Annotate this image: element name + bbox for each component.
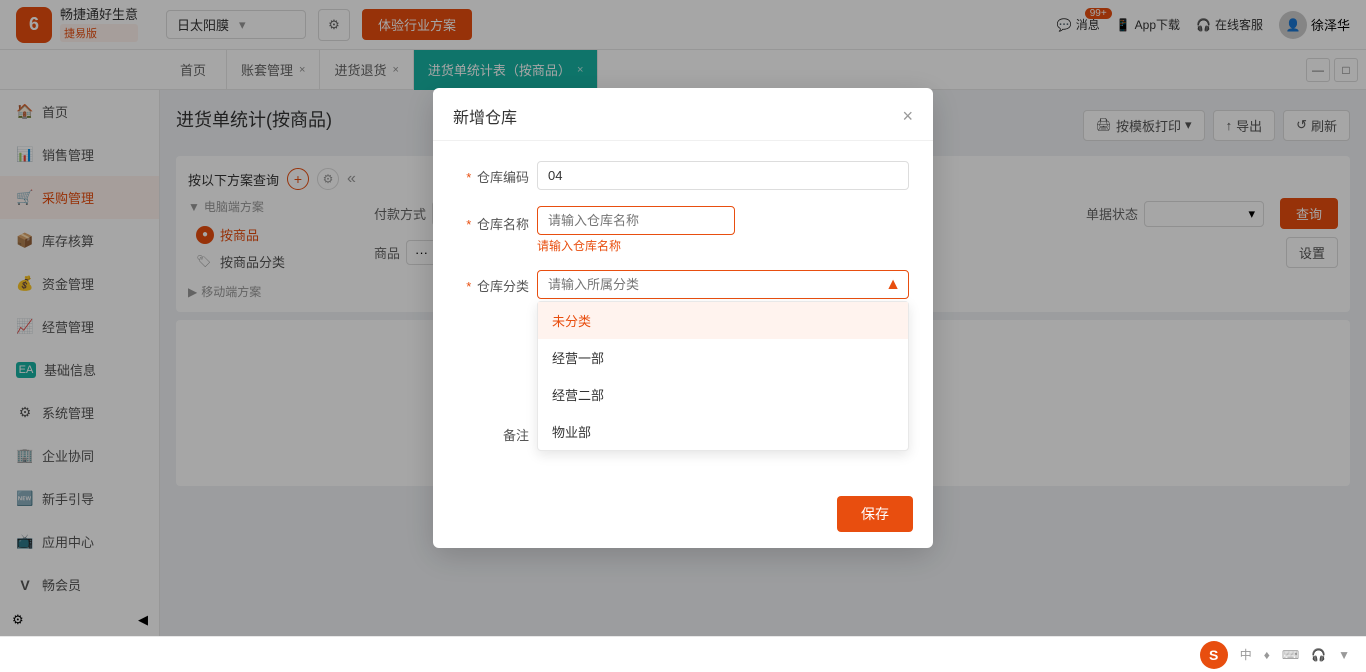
modal-header: 新增仓库 × [433, 88, 933, 141]
note-label: 备注 [457, 419, 537, 444]
modal-title: 新增仓库 [453, 104, 517, 128]
name-input[interactable] [537, 206, 735, 235]
dot-icon: ♦ [1264, 648, 1270, 662]
statusbar: S 中 ♦ ⌨ 🎧 ▼ [0, 636, 1366, 672]
name-error-msg: 请输入仓库名称 [537, 237, 621, 254]
audio-icon: 🎧 [1311, 648, 1326, 662]
code-form-row: * 仓库编码 [457, 161, 909, 190]
category-dropdown-list: 未分类 经营一部 经营二部 物业部 [537, 301, 909, 451]
modal-footer: 保存 [433, 484, 933, 548]
save-button[interactable]: 保存 [837, 496, 913, 532]
lang-icon: 中 [1240, 646, 1252, 663]
modal-overlay: 新增仓库 × * 仓库编码 * 仓库名称 [0, 0, 1366, 636]
category-dropdown-btn[interactable]: ▲ [885, 276, 901, 294]
dropdown-item-dept2[interactable]: 经营二部 [538, 376, 908, 413]
statusbar-right: S 中 ♦ ⌨ 🎧 ▼ [1200, 641, 1350, 669]
modal-body: * 仓库编码 * 仓库名称 请输入仓库名称 [433, 141, 933, 484]
arrow-icon: ▼ [1338, 648, 1350, 662]
new-warehouse-modal: 新增仓库 × * 仓库编码 * 仓库名称 [433, 88, 933, 548]
category-form-row: * 仓库分类 ▲ 未分类 经营一部 经营二部 物业部 [457, 270, 909, 299]
s-logo: S [1200, 641, 1228, 669]
name-form-row: * 仓库名称 请输入仓库名称 [457, 206, 909, 254]
dropdown-item-unclassified[interactable]: 未分类 [538, 302, 908, 339]
code-label: * 仓库编码 [457, 161, 537, 186]
category-input-wrapper: ▲ [537, 270, 909, 299]
name-label: * 仓库名称 [457, 208, 537, 233]
modal-close-button[interactable]: × [902, 107, 913, 125]
category-input[interactable] [537, 270, 909, 299]
code-input[interactable] [537, 161, 909, 190]
dropdown-item-dept1[interactable]: 经营一部 [538, 339, 908, 376]
keyboard-icon: ⌨ [1282, 648, 1299, 662]
category-label: * 仓库分类 [457, 270, 537, 295]
dropdown-item-dept3[interactable]: 物业部 [538, 413, 908, 450]
